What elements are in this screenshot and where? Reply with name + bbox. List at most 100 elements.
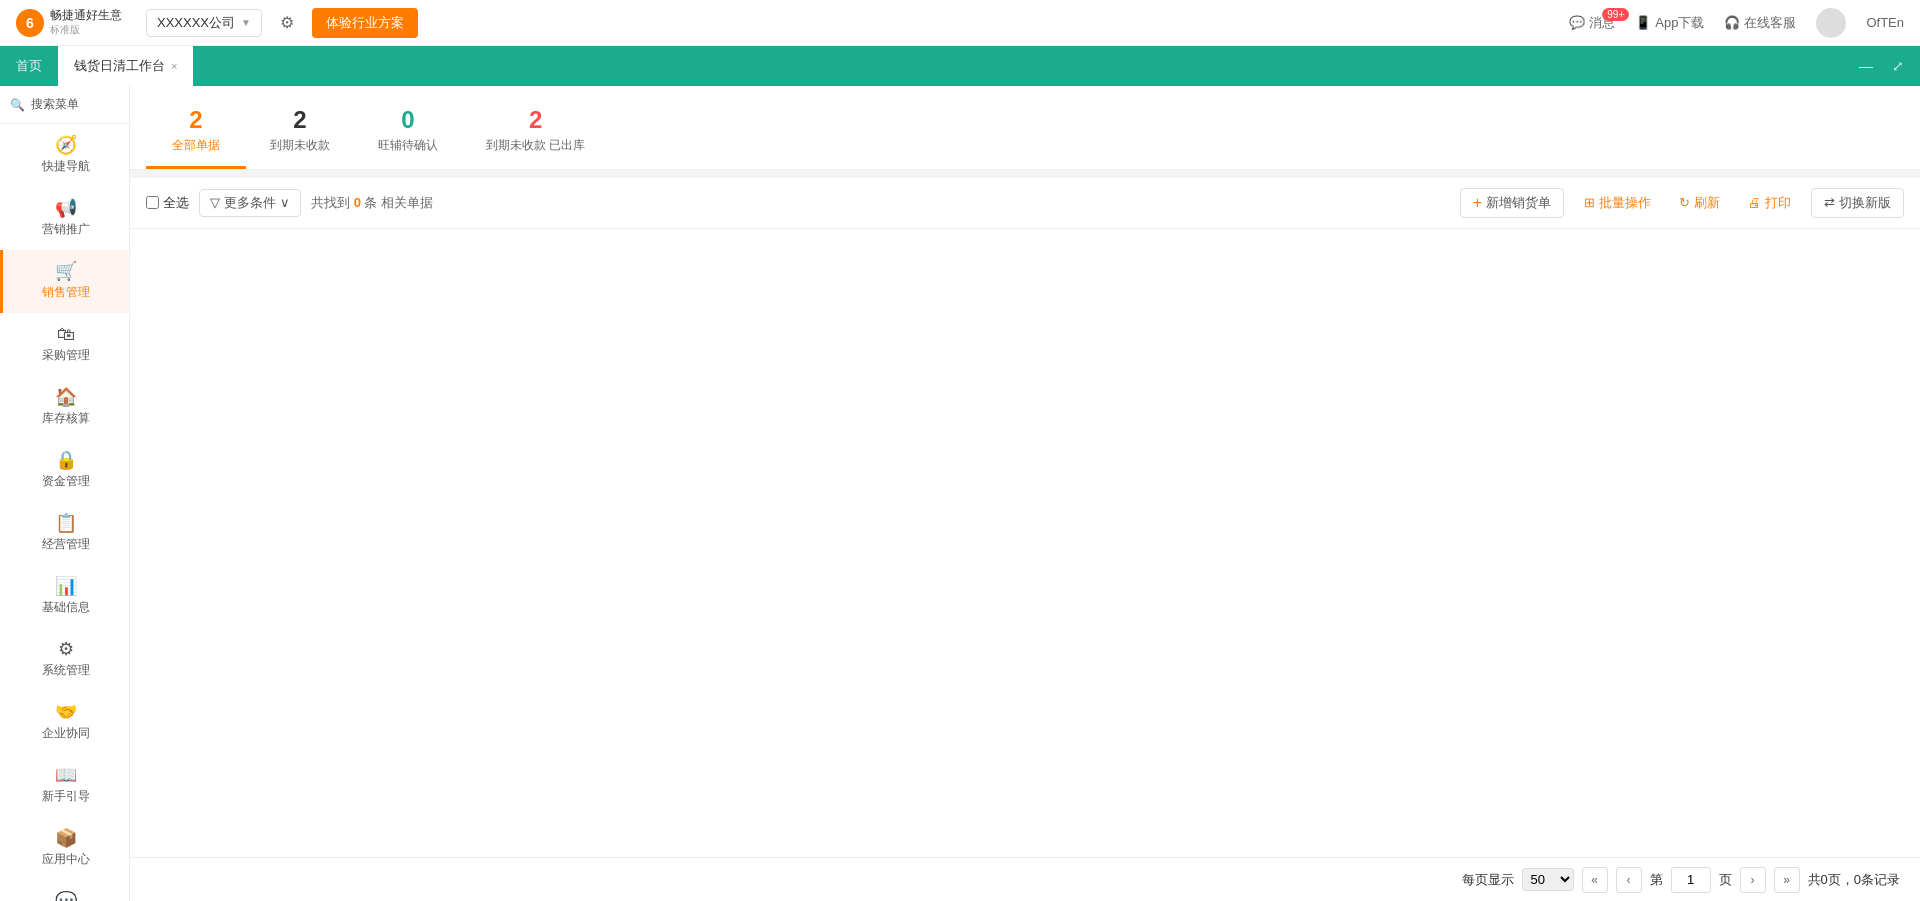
avatar[interactable] (1816, 8, 1846, 38)
sidebar-item-marketing[interactable]: 📢 营销推广 (0, 187, 129, 250)
content-area: 2 全部单据 2 到期未收款 0 旺辅待确认 2 到期未收款 已出库 全选 (130, 86, 1920, 901)
stat-tab-overdue[interactable]: 2 到期未收款 (246, 98, 354, 169)
plus-icon: + (1473, 194, 1482, 212)
home-tab[interactable]: 首页 (0, 46, 58, 86)
sidebar-item-label: 库存核算 (42, 410, 90, 427)
tab-window-actions: — ⤢ (1854, 54, 1920, 78)
found-prefix: 共找到 (311, 195, 350, 210)
stat-num-unshipped: 2 (529, 106, 542, 135)
sidebar-item-quick-nav[interactable]: 🧭 快捷导航 (0, 124, 129, 187)
app-download-icon: 📱 (1635, 15, 1651, 30)
per-page-label: 每页显示 (1462, 871, 1514, 889)
per-page-select[interactable]: 50 10 20 100 (1522, 868, 1574, 891)
logo-text: 畅捷通好生意 (50, 8, 122, 24)
more-filters-label: 更多条件 (224, 194, 276, 212)
logo-icon: 6 (16, 9, 44, 37)
stat-num-all: 2 (189, 106, 202, 135)
total-info: 共0页，0条记录 (1808, 871, 1900, 889)
search-menu-label: 搜索菜单 (31, 96, 79, 113)
guide-icon: 📖 (55, 766, 77, 784)
sidebar-item-system[interactable]: ⚙ 系统管理 (0, 628, 129, 691)
sidebar-item-wechat[interactable]: 💬 企业微信 (0, 880, 129, 901)
active-tab[interactable]: 钱货日清工作台 × (58, 46, 193, 86)
settings-icon[interactable]: ⚙ (272, 8, 302, 38)
print-icon: 🖨 (1748, 195, 1761, 210)
sidebar-item-label: 销售管理 (42, 284, 90, 301)
service-icon: 🎧 (1724, 15, 1740, 30)
add-sale-order-btn[interactable]: + 新增销货单 (1460, 188, 1564, 218)
switch-version-btn[interactable]: ⇄ 切换新版 (1811, 188, 1904, 218)
add-btn-label: 新增销货单 (1486, 194, 1551, 212)
found-text: 共找到 0 条 相关单据 (311, 194, 433, 212)
operations-icon: 📋 (55, 514, 77, 532)
sidebar-item-guide[interactable]: 📖 新手引导 (0, 754, 129, 817)
sidebar-item-cooperation[interactable]: 🤝 企业协同 (0, 691, 129, 754)
username: OfTEn (1866, 15, 1904, 30)
sidebar-item-finance[interactable]: 🔒 资金管理 (0, 439, 129, 502)
experience-btn[interactable]: 体验行业方案 (312, 8, 418, 38)
page-suffix-label: 页 (1719, 871, 1732, 889)
stat-tab-unshipped[interactable]: 2 到期未收款 已出库 (462, 98, 609, 169)
switch-icon: ⇄ (1824, 195, 1835, 210)
found-unit: 条 (364, 195, 377, 210)
active-tab-label: 钱货日清工作台 (74, 57, 165, 75)
basic-info-icon: 📊 (55, 577, 77, 595)
table-area (130, 229, 1920, 857)
stat-label-wangwang: 旺辅待确认 (378, 137, 438, 154)
sidebar-item-purchase[interactable]: 🛍 采购管理 (0, 313, 129, 376)
sidebar: 🔍 搜索菜单 🧭 快捷导航 📢 营销推广 🛒 销售管理 🛍 采购管理 🏠 库存核… (0, 86, 130, 901)
dropdown-icon: ∨ (280, 195, 290, 210)
sidebar-item-label: 系统管理 (42, 662, 90, 679)
maximize-btn[interactable]: ⤢ (1886, 54, 1910, 78)
last-page-btn[interactable]: » (1774, 867, 1800, 893)
toolbar-right: + 新增销货单 ⊞ 批量操作 ↻ 刷新 🖨 打印 ⇄ 切换新版 (1460, 188, 1904, 218)
page-prefix-label: 第 (1650, 871, 1663, 889)
filter-icon: ▽ (210, 195, 220, 210)
prev-page-btn[interactable]: ‹ (1616, 867, 1642, 893)
quick-nav-icon: 🧭 (55, 136, 77, 154)
refresh-label: 刷新 (1694, 194, 1720, 212)
messages-btn[interactable]: 💬 消息 99+ (1569, 14, 1615, 32)
batch-icon: ⊞ (1584, 195, 1595, 210)
dropdown-arrow-icon: ▼ (241, 17, 251, 28)
inventory-icon: 🏠 (55, 388, 77, 406)
app-download-label: App下载 (1655, 14, 1704, 32)
sidebar-item-label: 资金管理 (42, 473, 90, 490)
select-all-label[interactable]: 全选 (146, 194, 189, 212)
next-page-btn[interactable]: › (1740, 867, 1766, 893)
app-download-btn[interactable]: 📱 App下载 (1635, 14, 1704, 32)
search-menu[interactable]: 🔍 搜索菜单 (0, 86, 129, 124)
stat-tab-wangwang[interactable]: 0 旺辅待确认 (354, 98, 462, 169)
online-service-btn[interactable]: 🎧 在线客服 (1724, 14, 1796, 32)
pagination-bar: 每页显示 50 10 20 100 « ‹ 第 页 › » 共0页，0条记录 (130, 857, 1920, 901)
more-filters-btn[interactable]: ▽ 更多条件 ∨ (199, 189, 301, 217)
refresh-btn[interactable]: ↻ 刷新 (1671, 189, 1728, 217)
sidebar-item-inventory[interactable]: 🏠 库存核算 (0, 376, 129, 439)
stat-tab-all[interactable]: 2 全部单据 (146, 98, 246, 169)
minimize-btn[interactable]: — (1854, 54, 1878, 78)
main-layout: 🔍 搜索菜单 🧭 快捷导航 📢 营销推广 🛒 销售管理 🛍 采购管理 🏠 库存核… (0, 86, 1920, 901)
batch-label: 批量操作 (1599, 194, 1651, 212)
company-selector[interactable]: XXXXXX公司 ▼ (146, 9, 262, 37)
stats-tabs: 2 全部单据 2 到期未收款 0 旺辅待确认 2 到期未收款 已出库 (130, 86, 1920, 170)
sidebar-item-label: 采购管理 (42, 347, 90, 364)
message-icon: 💬 (1569, 15, 1585, 30)
batch-operations-btn[interactable]: ⊞ 批量操作 (1576, 189, 1659, 217)
select-all-checkbox[interactable] (146, 196, 159, 209)
sidebar-item-operations[interactable]: 📋 经营管理 (0, 502, 129, 565)
sidebar-item-app-center[interactable]: 📦 应用中心 (0, 817, 129, 880)
page-number-input[interactable] (1671, 867, 1711, 893)
first-page-btn[interactable]: « (1582, 867, 1608, 893)
close-tab-icon[interactable]: × (171, 60, 177, 72)
switch-label: 切换新版 (1839, 194, 1891, 212)
refresh-icon: ↻ (1679, 195, 1690, 210)
message-badge: 99+ (1602, 8, 1629, 21)
print-btn[interactable]: 🖨 打印 (1740, 189, 1799, 217)
sidebar-item-basic-info[interactable]: 📊 基础信息 (0, 565, 129, 628)
sidebar-item-label: 应用中心 (42, 851, 90, 868)
sidebar-item-sales[interactable]: 🛒 销售管理 (0, 250, 129, 313)
top-right-actions: 💬 消息 99+ 📱 App下载 🎧 在线客服 OfTEn (1569, 8, 1904, 38)
marketing-icon: 📢 (55, 199, 77, 217)
system-icon: ⚙ (58, 640, 74, 658)
sidebar-item-label: 营销推广 (42, 221, 90, 238)
